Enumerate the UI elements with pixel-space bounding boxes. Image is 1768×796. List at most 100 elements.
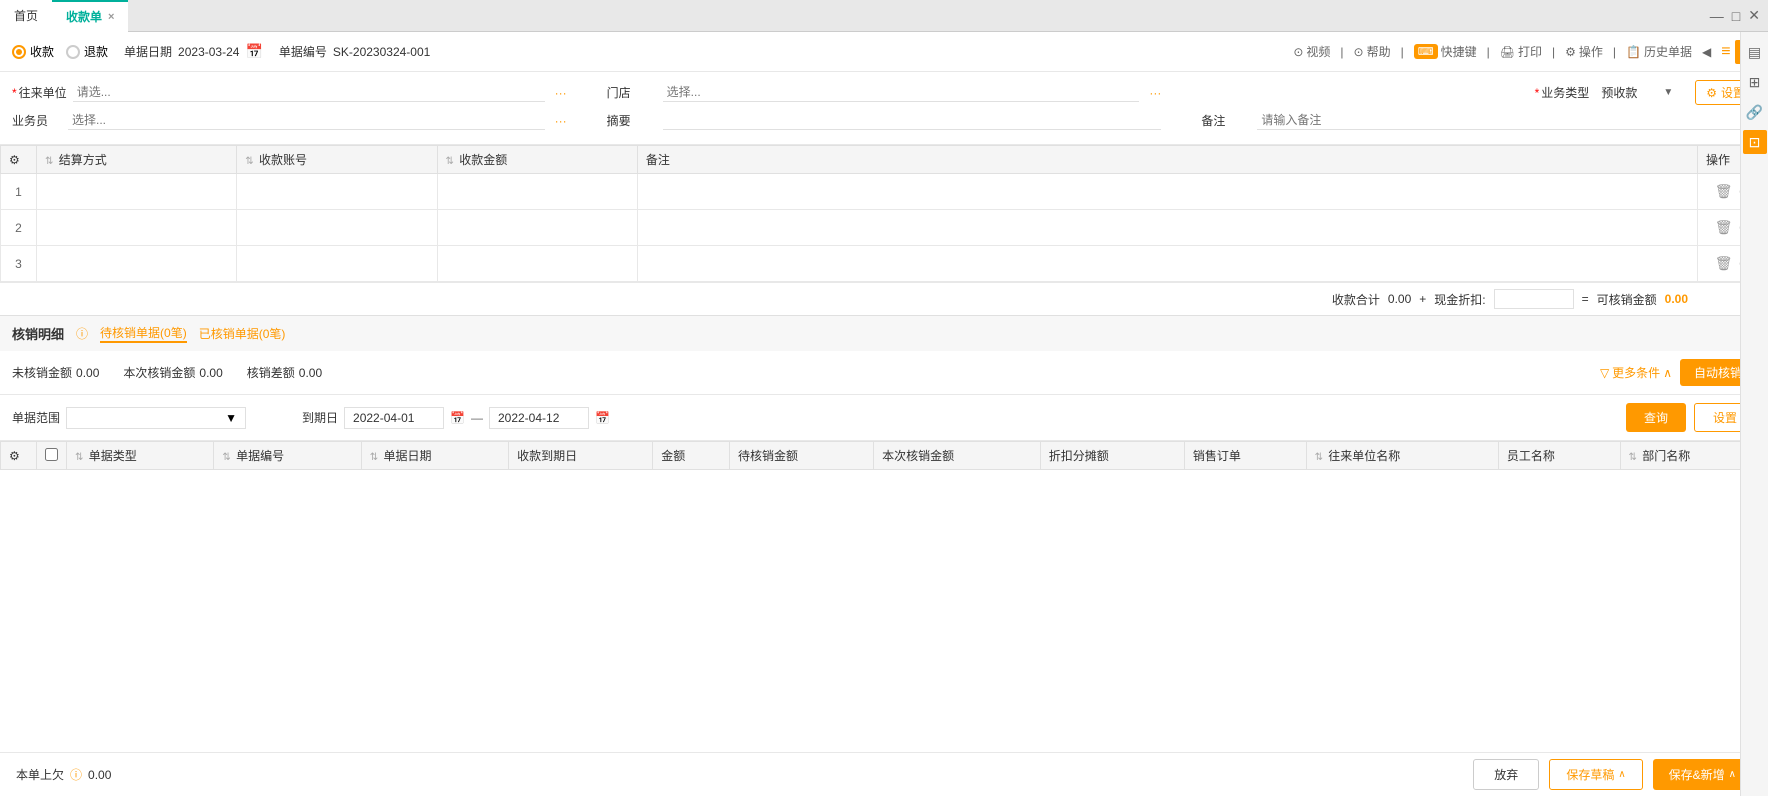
cal-to-icon[interactable]: 📅 bbox=[595, 411, 610, 425]
discount-input[interactable] bbox=[1494, 289, 1574, 309]
amount-cell-2[interactable] bbox=[437, 210, 637, 246]
divider-3: | bbox=[1487, 45, 1490, 59]
help-icon: ⊙ bbox=[1354, 45, 1364, 59]
tab-bar: 首页 收款单 × — □ ✕ bbox=[0, 0, 1768, 32]
amount-cell-3[interactable] bbox=[437, 246, 637, 282]
diff-label: 核销差额 bbox=[247, 364, 295, 381]
amount-cell-1[interactable] bbox=[437, 174, 637, 210]
range-chevron-icon: ▼ bbox=[225, 411, 237, 425]
pending-tab[interactable]: 待核销单据(0笔) bbox=[100, 324, 187, 343]
help-label: 帮助 bbox=[1367, 43, 1391, 60]
save-draft-button[interactable]: 保存草稿 ∧ bbox=[1549, 759, 1642, 790]
footer-right: 放弃 保存草稿 ∧ 保存&新增 ∧ bbox=[1473, 759, 1752, 790]
right-panel-icon-3[interactable]: 🔗 bbox=[1743, 100, 1767, 124]
delete-icon-2[interactable]: 🗑 bbox=[1715, 219, 1733, 236]
staff-more-icon[interactable]: ··· bbox=[555, 114, 567, 128]
settlement-cell-1[interactable] bbox=[37, 174, 237, 210]
summary-label: 摘要 bbox=[607, 112, 657, 129]
shortcut-btn[interactable]: ⌨ 快捷键 bbox=[1414, 43, 1477, 60]
filter-row: 单据范围 ▼ 到期日 📅 — 📅 查询 设置 bbox=[0, 395, 1768, 441]
refund-radio[interactable]: 退款 bbox=[66, 43, 108, 60]
staff-input[interactable] bbox=[68, 111, 545, 130]
query-button[interactable]: 查询 bbox=[1626, 403, 1686, 432]
receipt-radio[interactable]: 收款 bbox=[12, 43, 54, 60]
store-input[interactable] bbox=[663, 83, 1140, 102]
section-title: 核销明细 bbox=[12, 324, 64, 343]
tab-close-icon[interactable]: × bbox=[108, 11, 114, 23]
net-label: 可核销金额 bbox=[1597, 291, 1657, 308]
divider-1: | bbox=[1340, 45, 1343, 59]
sort-counterpart-icon: ⇅ bbox=[1315, 452, 1323, 463]
save-new-button[interactable]: 保存&新增 ∧ bbox=[1653, 759, 1752, 790]
total-value: 0.00 bbox=[1388, 292, 1411, 306]
cal-from-icon[interactable]: 📅 bbox=[450, 411, 465, 425]
account-cell-1[interactable] bbox=[237, 174, 437, 210]
remark-cell-3[interactable] bbox=[637, 246, 1697, 282]
counterpart-label: 往来单位 bbox=[12, 84, 67, 101]
counterpart-input[interactable] bbox=[73, 83, 545, 102]
tab-receipt[interactable]: 收款单 × bbox=[52, 0, 128, 32]
right-panel-icon-2[interactable]: ⊞ bbox=[1743, 70, 1767, 94]
remark-cell-1[interactable] bbox=[637, 174, 1697, 210]
row-num-2: 2 bbox=[1, 210, 37, 246]
biz-type-chevron-icon[interactable]: ▼ bbox=[1663, 87, 1673, 98]
done-tab[interactable]: 已核销单据(0笔) bbox=[199, 325, 286, 342]
settlement-cell-3[interactable] bbox=[37, 246, 237, 282]
account-cell-2[interactable] bbox=[237, 210, 437, 246]
select-all-checkbox[interactable] bbox=[45, 448, 58, 461]
range-select[interactable]: ▼ bbox=[66, 407, 246, 429]
form-row-1: 往来单位 ··· 门店 ··· 业务类型 预收款 ▼ ⚙ 设置 bbox=[12, 80, 1756, 105]
delete-icon-3[interactable]: 🗑 bbox=[1715, 255, 1733, 272]
equals-sign: = bbox=[1582, 292, 1589, 306]
unverified-label: 未核销金额 bbox=[12, 364, 72, 381]
list-view-icon[interactable]: ≡ bbox=[1721, 43, 1730, 61]
right-panel-icon-4[interactable]: ⊡ bbox=[1743, 130, 1767, 154]
nav-left-icon[interactable]: ◀ bbox=[1702, 45, 1711, 59]
help-btn[interactable]: ⊙ 帮助 bbox=[1354, 43, 1391, 60]
maximize-button[interactable]: □ bbox=[1732, 8, 1740, 24]
account-cell-3[interactable] bbox=[237, 246, 437, 282]
th-doc-num-label: 单据编号 bbox=[236, 449, 284, 463]
footer-info-icon[interactable]: ⓘ bbox=[70, 766, 82, 783]
shortcut-label: 快捷键 bbox=[1441, 43, 1477, 60]
divider-2: | bbox=[1401, 45, 1404, 59]
footer-info-value: 0.00 bbox=[88, 768, 111, 782]
video-btn[interactable]: ⊙ 视频 bbox=[1293, 43, 1330, 60]
minimize-button[interactable]: — bbox=[1710, 8, 1724, 24]
filter-icon: ▽ bbox=[1600, 366, 1609, 380]
receipt-radio-label: 收款 bbox=[30, 43, 54, 60]
print-btn[interactable]: 🖨 打印 bbox=[1500, 43, 1542, 60]
operation-btn[interactable]: ⚙ 操作 bbox=[1565, 43, 1603, 60]
stats-row: 未核销金额 0.00 本次核销金额 0.00 核销差额 0.00 ▽ 更多条件 … bbox=[0, 351, 1768, 395]
remark-input[interactable] bbox=[1257, 111, 1756, 130]
save-new-label: 保存&新增 bbox=[1669, 766, 1725, 783]
settlement-cell-2[interactable] bbox=[37, 210, 237, 246]
table-gear-icon[interactable]: ⚙ bbox=[9, 153, 20, 167]
stats-right: ▽ 更多条件 ∧ 自动核销 bbox=[1600, 359, 1756, 386]
right-panel-icon-1[interactable]: ▤ bbox=[1743, 40, 1767, 64]
th-current-verify-label: 本次核销金额 bbox=[882, 449, 954, 463]
store-field: 门店 ··· bbox=[607, 83, 1162, 102]
close-button[interactable]: ✕ bbox=[1748, 7, 1760, 24]
bottom-gear-icon[interactable]: ⚙ bbox=[9, 449, 20, 463]
history-btn[interactable]: 📋 历史单据 bbox=[1626, 43, 1692, 60]
th-staff-name-label: 员工名称 bbox=[1507, 449, 1555, 463]
biz-type-value: 预收款 bbox=[1601, 84, 1637, 101]
date-label: 单据日期 bbox=[124, 43, 172, 60]
section-info-icon[interactable]: ⓘ bbox=[76, 325, 88, 342]
tab-home[interactable]: 首页 bbox=[0, 0, 52, 32]
summary-input[interactable] bbox=[663, 111, 1162, 130]
more-conditions-btn[interactable]: ▽ 更多条件 ∧ bbox=[1600, 364, 1672, 381]
right-panel: ▤ ⊞ 🔗 ⊡ bbox=[1740, 32, 1768, 796]
counterpart-more-icon[interactable]: ··· bbox=[555, 86, 567, 100]
date-to-input[interactable] bbox=[489, 407, 589, 429]
remark-cell-2[interactable] bbox=[637, 210, 1697, 246]
sort-type-icon: ⇅ bbox=[75, 452, 83, 463]
date-from-input[interactable] bbox=[344, 407, 444, 429]
calendar-icon[interactable]: 📅 bbox=[245, 43, 262, 60]
bottom-table-wrapper: ⚙ ⇅ 单据类型 ⇅ 单据编号 ⇅ 单据日期 bbox=[0, 441, 1768, 796]
abandon-button[interactable]: 放弃 bbox=[1473, 759, 1539, 790]
th-pending: 待核销金额 bbox=[730, 442, 874, 470]
delete-icon-1[interactable]: 🗑 bbox=[1715, 183, 1733, 200]
store-more-icon[interactable]: ··· bbox=[1149, 86, 1161, 100]
